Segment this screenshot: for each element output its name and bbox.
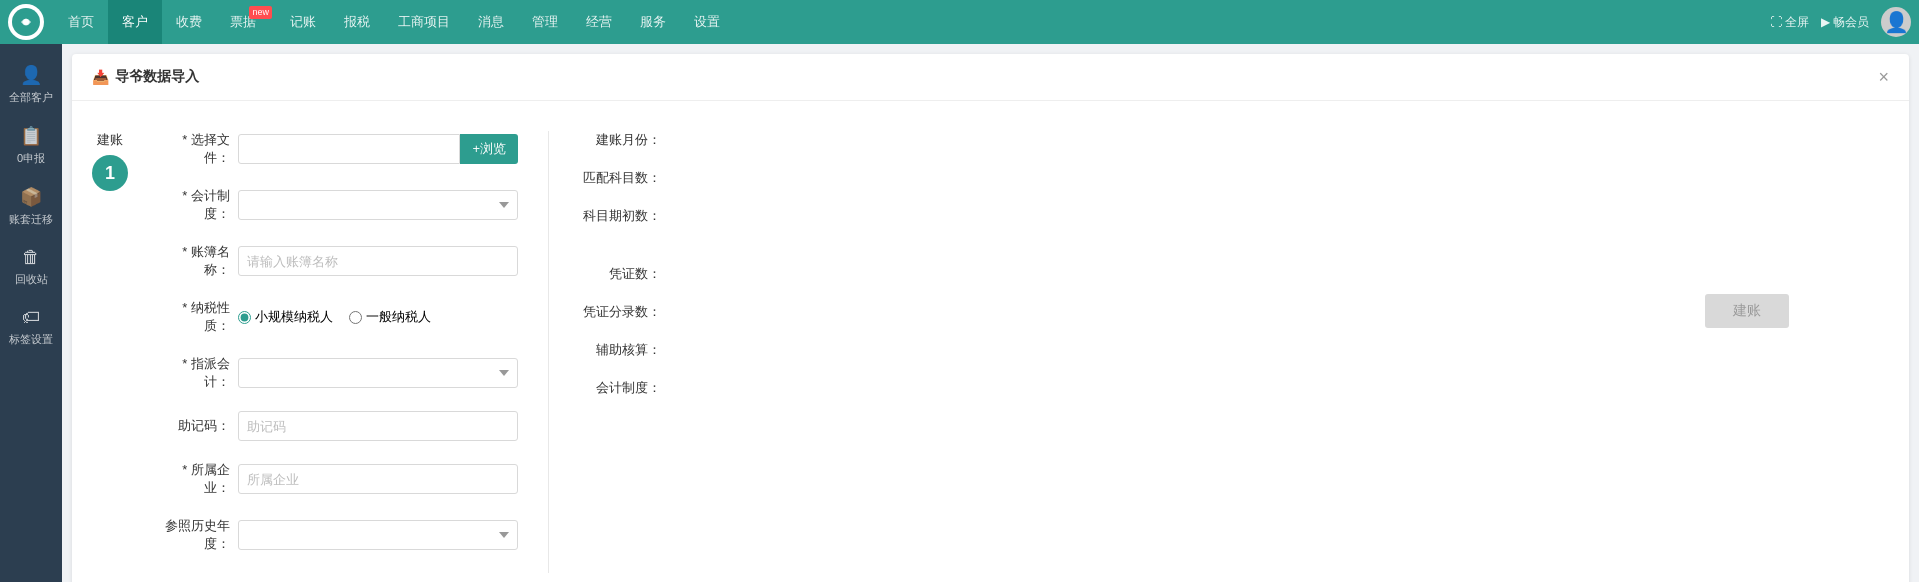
step-label: 建账	[97, 131, 123, 149]
vip-icon: ▶	[1821, 15, 1830, 29]
fullscreen-btn[interactable]: ⛶ 全屏	[1770, 14, 1809, 31]
memo-input[interactable]	[238, 411, 518, 441]
nav-item-account[interactable]: 记账	[276, 0, 330, 44]
form-right: 建账月份： 匹配科目数： 科目期初数： 凭证数：	[579, 131, 939, 573]
top-navigation: 首页 客户 收费 票据 new 记账 报税 工商项目 消息 管理 经营 服务 设…	[0, 0, 1919, 44]
nav-menu: 首页 客户 收费 票据 new 记账 报税 工商项目 消息 管理 经营 服务 设…	[54, 0, 1770, 44]
company-row: * 所属企业：	[158, 461, 518, 497]
nav-item-client[interactable]: 客户	[108, 0, 162, 44]
nav-item-biz[interactable]: 工商项目	[384, 0, 464, 44]
accounting-sys-row: 会计制度：	[579, 379, 939, 397]
month-label: 建账月份：	[579, 131, 669, 149]
period-label: 科目期初数：	[579, 207, 669, 225]
dialog-body: 建账 1 * 选择文件： +浏览 * 会计制度：	[72, 101, 1909, 582]
dialog-panel: 📥 导爷数据导入 × 建账 1 * 选择文件：	[72, 54, 1909, 582]
sidebar: 👤 全部客户 📋 0申报 📦 账套迁移 🗑 回收站 🏷 标签设置	[0, 44, 62, 582]
nav-item-mgmt[interactable]: 管理	[518, 0, 572, 44]
svg-point-1	[23, 19, 29, 25]
nav-item-fee[interactable]: 收费	[162, 0, 216, 44]
memo-label: 助记码：	[158, 417, 238, 435]
fullscreen-icon: ⛶	[1770, 15, 1782, 29]
nav-right: ⛶ 全屏 ▶ 畅会员 👤	[1770, 7, 1911, 37]
form-left: * 选择文件： +浏览 * 会计制度：	[158, 131, 518, 573]
voucher-entries-row: 凭证分录数：	[579, 303, 939, 321]
voucher-label: 凭证数：	[579, 265, 669, 283]
all-clients-icon: 👤	[20, 64, 42, 86]
history-select[interactable]	[238, 520, 518, 550]
accounting-label: * 会计制度：	[158, 187, 238, 223]
sidebar-item-trash[interactable]: 🗑 回收站	[0, 237, 62, 297]
nav-item-msg[interactable]: 消息	[464, 0, 518, 44]
tax-nature-label: * 纳税性质：	[158, 299, 238, 335]
aux-row: 辅助核算：	[579, 341, 939, 359]
step-section: 建账 1	[92, 131, 128, 573]
radio-general[interactable]: 一般纳税人	[349, 308, 431, 326]
tax-radio-group: 小规模纳税人 一般纳税人	[238, 308, 518, 326]
declare-icon: 📋	[20, 125, 42, 147]
sidebar-item-migrate[interactable]: 📦 账套迁移	[0, 176, 62, 237]
sidebar-item-tag[interactable]: 🏷 标签设置	[0, 297, 62, 357]
app-logo[interactable]	[8, 4, 44, 40]
accounting-select[interactable]	[238, 190, 518, 220]
dialog-title: 📥 导爷数据导入	[92, 68, 199, 86]
radio-general-input[interactable]	[349, 311, 362, 324]
radio-small-scale[interactable]: 小规模纳税人	[238, 308, 333, 326]
close-button[interactable]: ×	[1878, 68, 1889, 86]
nav-item-ops[interactable]: 经营	[572, 0, 626, 44]
history-label: 参照历史年度：	[158, 517, 238, 553]
trash-icon: 🗑	[22, 247, 40, 268]
file-input[interactable]	[238, 134, 460, 164]
ledger-input[interactable]	[238, 246, 518, 276]
assign-label: * 指派会计：	[158, 355, 238, 391]
company-label: * 所属企业：	[158, 461, 238, 497]
form-divider	[548, 131, 549, 573]
vip-btn[interactable]: ▶ 畅会员	[1821, 14, 1869, 31]
logo-inner	[12, 8, 40, 36]
match-row: 匹配科目数：	[579, 169, 939, 187]
browse-button[interactable]: +浏览	[460, 134, 518, 164]
nav-item-service[interactable]: 服务	[626, 0, 680, 44]
ledger-row: * 账簿名称：	[158, 243, 518, 279]
match-label: 匹配科目数：	[579, 169, 669, 187]
tax-nature-row: * 纳税性质： 小规模纳税人 一般纳税人	[158, 299, 518, 335]
avatar-icon: 👤	[1884, 10, 1909, 34]
import-icon: 📥	[92, 69, 109, 85]
nav-item-settings[interactable]: 设置	[680, 0, 734, 44]
accounting-sys-label: 会计制度：	[579, 379, 669, 397]
voucher-entries-label: 凭证分录数：	[579, 303, 669, 321]
avatar[interactable]: 👤	[1881, 7, 1911, 37]
file-input-group: +浏览	[238, 134, 518, 164]
nav-item-invoice[interactable]: 票据 new	[216, 0, 276, 44]
assign-row: * 指派会计：	[158, 355, 518, 391]
aux-label: 辅助核算：	[579, 341, 669, 359]
main-layout: 👤 全部客户 📋 0申报 📦 账套迁移 🗑 回收站 🏷 标签设置 📥 导	[0, 44, 1919, 582]
file-row: * 选择文件： +浏览	[158, 131, 518, 167]
new-badge: new	[249, 6, 272, 19]
migrate-icon: 📦	[20, 186, 42, 208]
content-area: 📥 导爷数据导入 × 建账 1 * 选择文件：	[62, 44, 1919, 582]
step-circle: 1	[92, 155, 128, 191]
nav-item-home[interactable]: 首页	[54, 0, 108, 44]
ledger-label: * 账簿名称：	[158, 243, 238, 279]
assign-select[interactable]	[238, 358, 518, 388]
month-row: 建账月份：	[579, 131, 939, 149]
memo-row: 助记码：	[158, 411, 518, 441]
sidebar-item-all-clients[interactable]: 👤 全部客户	[0, 54, 62, 115]
file-label: * 选择文件：	[158, 131, 238, 167]
sidebar-item-declare[interactable]: 📋 0申报	[0, 115, 62, 176]
company-input[interactable]	[238, 464, 518, 494]
history-row: 参照历史年度：	[158, 517, 518, 553]
dialog-header: 📥 导爷数据导入 ×	[72, 54, 1909, 101]
build-button[interactable]: 建账	[1705, 294, 1789, 328]
accounting-row: * 会计制度：	[158, 187, 518, 223]
radio-small-input[interactable]	[238, 311, 251, 324]
period-row: 科目期初数：	[579, 207, 939, 225]
voucher-row: 凭证数：	[579, 265, 939, 283]
nav-item-tax[interactable]: 报税	[330, 0, 384, 44]
tag-icon: 🏷	[22, 307, 40, 328]
